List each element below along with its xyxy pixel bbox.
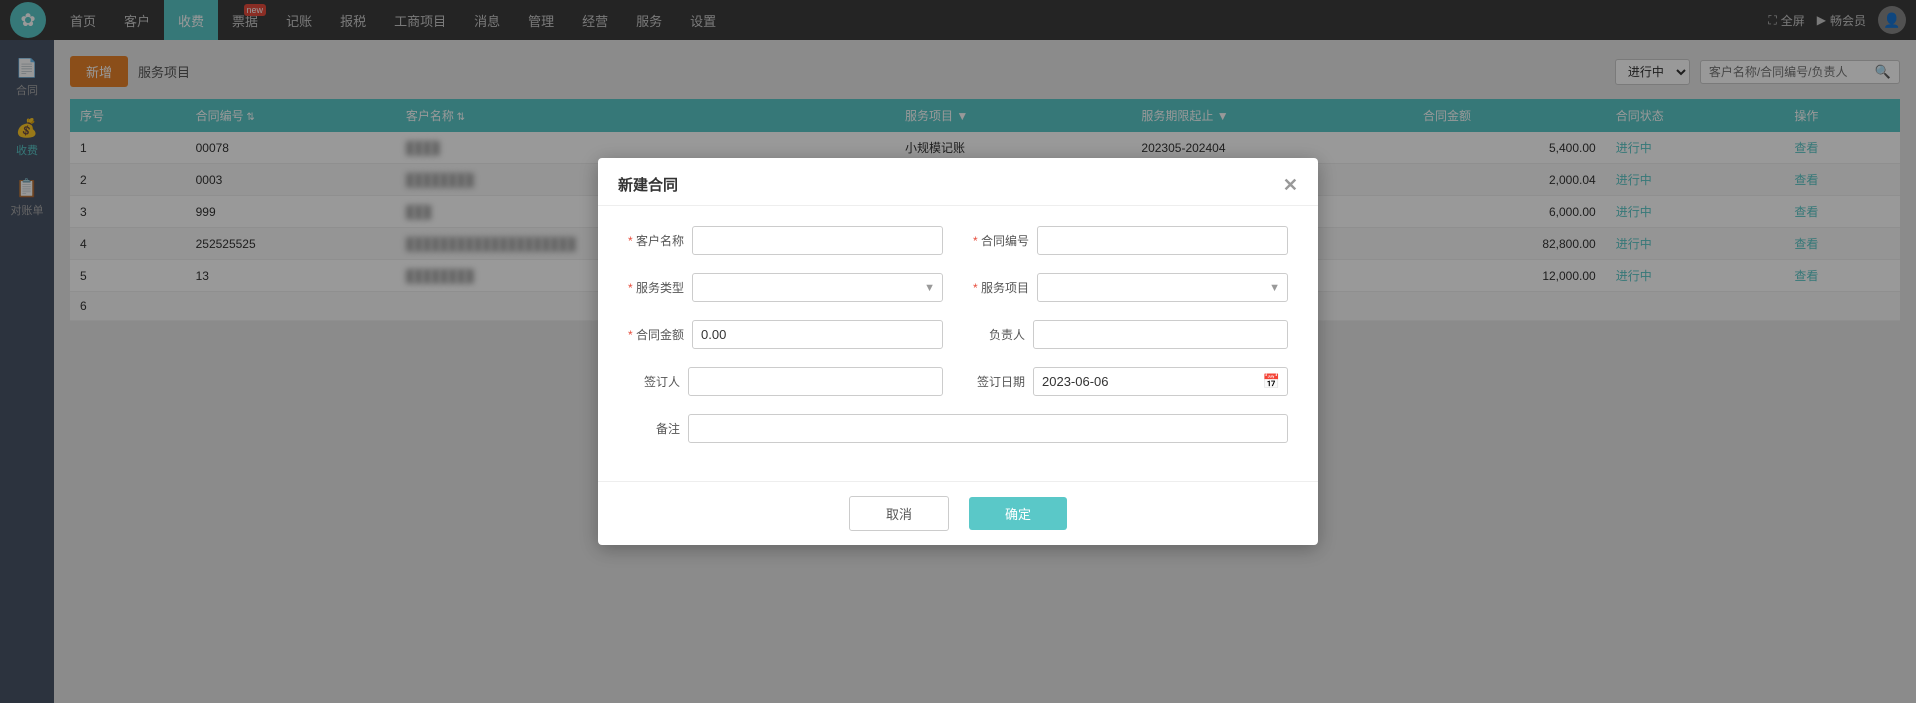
new-contract-dialog: 新建合同 ✕ 客户名称 合同编号 服务类型 [598, 158, 1318, 545]
form-row-4: 签订人 签订日期 📅 [628, 367, 1288, 396]
label-responsible: 负责人 [973, 326, 1025, 343]
input-contract-no[interactable] [1037, 226, 1288, 255]
dialog-header: 新建合同 ✕ [598, 158, 1318, 206]
form-group-remark: 备注 [628, 414, 1288, 443]
modal-overlay: 新建合同 ✕ 客户名称 合同编号 服务类型 [0, 0, 1916, 703]
select-service-item[interactable] [1037, 273, 1288, 302]
label-sign-date: 签订日期 [973, 373, 1025, 390]
form-group-customer: 客户名称 [628, 226, 943, 255]
form-row-2: 服务类型 ▼ 服务项目 ▼ [628, 273, 1288, 302]
service-item-select-wrap: ▼ [1037, 273, 1288, 302]
form-group-service-item: 服务项目 ▼ [973, 273, 1288, 302]
form-group-service-type: 服务类型 ▼ [628, 273, 943, 302]
input-responsible[interactable] [1033, 320, 1288, 349]
label-service-type: 服务类型 [628, 279, 684, 296]
input-amount[interactable] [692, 320, 943, 349]
input-customer-name[interactable] [692, 226, 943, 255]
calendar-icon[interactable]: 📅 [1263, 373, 1280, 390]
cancel-button[interactable]: 取消 [849, 496, 949, 531]
label-signer: 签订人 [628, 373, 680, 390]
dialog-footer: 取消 确定 [598, 481, 1318, 545]
label-amount: 合同金额 [628, 326, 684, 343]
dialog-body: 客户名称 合同编号 服务类型 ▼ [598, 206, 1318, 481]
form-group-contract-no: 合同编号 [973, 226, 1288, 255]
select-service-type[interactable] [692, 273, 943, 302]
dialog-close-button[interactable]: ✕ [1283, 176, 1298, 194]
label-customer-name: 客户名称 [628, 232, 684, 249]
label-contract-no: 合同编号 [973, 232, 1029, 249]
form-row-1: 客户名称 合同编号 [628, 226, 1288, 255]
form-group-sign-date: 签订日期 📅 [973, 367, 1288, 396]
form-row-3: 合同金额 负责人 [628, 320, 1288, 349]
label-service-item: 服务项目 [973, 279, 1029, 296]
input-remark[interactable] [688, 414, 1288, 443]
input-signer[interactable] [688, 367, 943, 396]
confirm-button[interactable]: 确定 [969, 497, 1067, 530]
form-row-5: 备注 [628, 414, 1288, 443]
input-sign-date[interactable] [1033, 367, 1288, 396]
form-group-responsible: 负责人 [973, 320, 1288, 349]
form-group-amount: 合同金额 [628, 320, 943, 349]
label-remark: 备注 [628, 420, 680, 437]
sign-date-wrap: 📅 [1033, 367, 1288, 396]
service-type-select-wrap: ▼ [692, 273, 943, 302]
form-group-signer: 签订人 [628, 367, 943, 396]
dialog-title: 新建合同 [618, 174, 678, 195]
